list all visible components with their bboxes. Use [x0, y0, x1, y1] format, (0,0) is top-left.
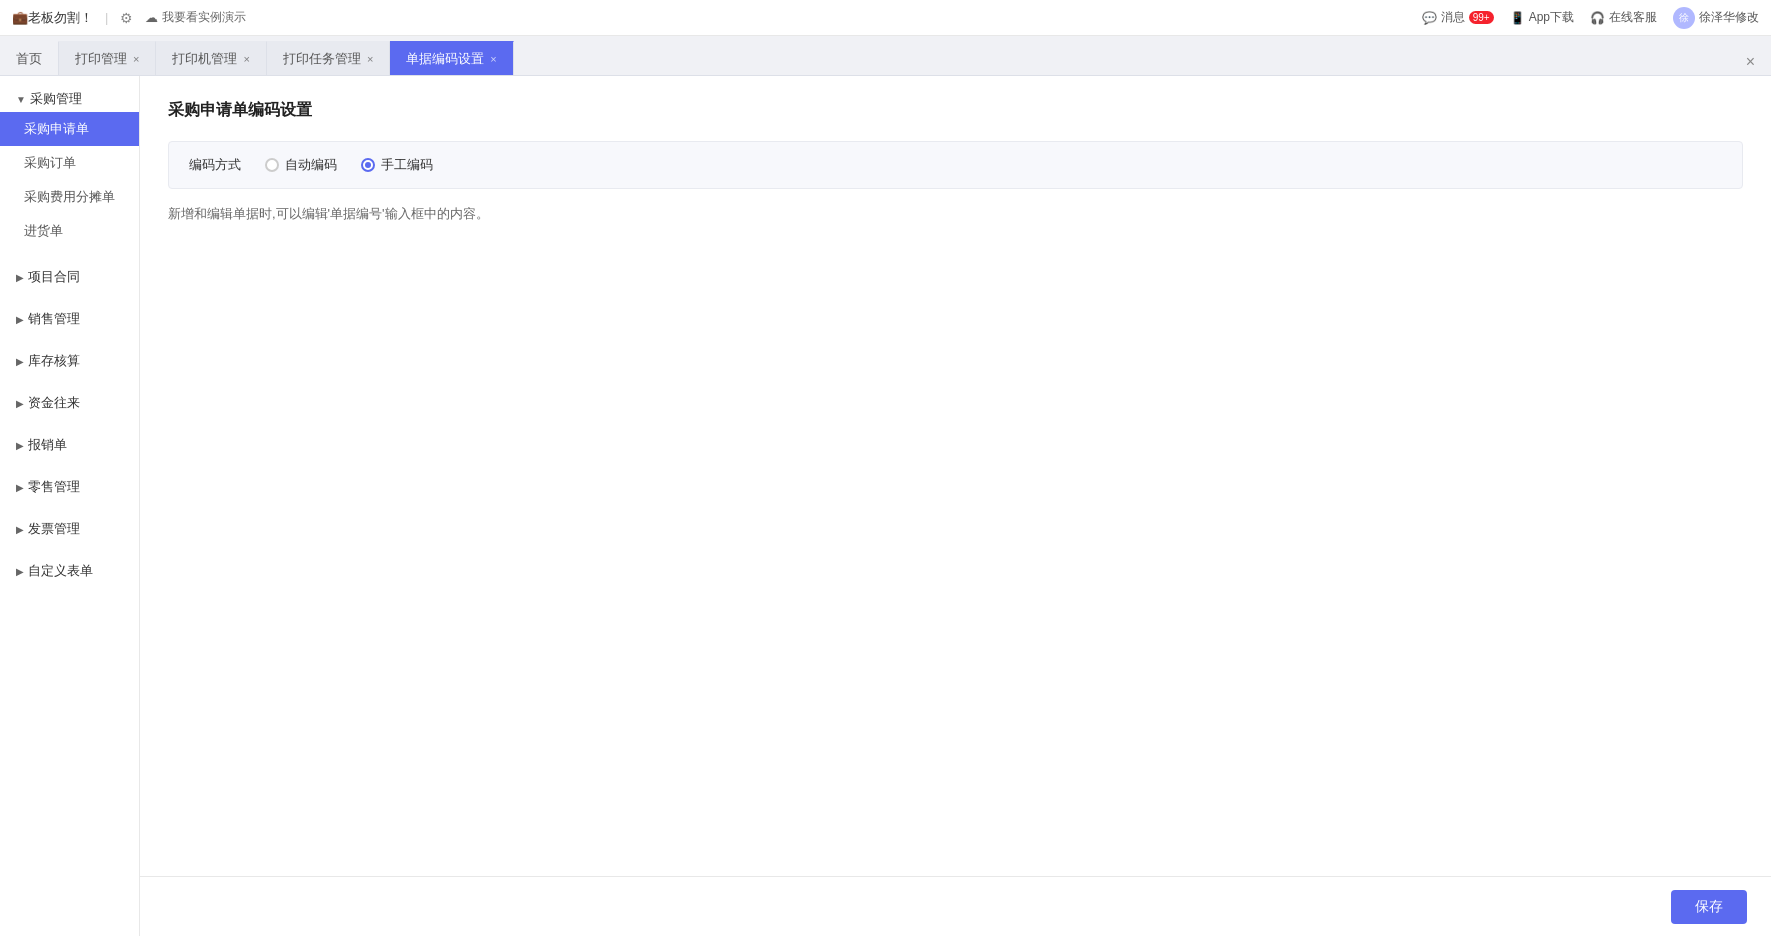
hint-text: 新增和编辑单据时,可以编辑'单据编号'输入框中的内容。 [168, 205, 1743, 223]
chevron-right-icon-3: ▶ [16, 356, 24, 367]
sidebar-item-purchase-order[interactable]: 采购订单 [0, 146, 139, 180]
chevron-down-icon: ▼ [16, 94, 26, 105]
tab-close-print-task[interactable]: × [367, 53, 373, 65]
gear-icon[interactable]: ⚙ [120, 10, 133, 26]
chevron-right-icon-2: ▶ [16, 314, 24, 325]
sidebar-item-purchase-request[interactable]: 采购申请单 [0, 112, 139, 146]
sidebar-group-custom-header[interactable]: ▶ 自定义表单 [0, 554, 139, 584]
sidebar-group-custom: ▶ 自定义表单 [0, 548, 139, 590]
radio-manual-coding[interactable]: 手工编码 [361, 156, 433, 174]
tab-barcode-setting[interactable]: 单据编码设置 × [390, 41, 513, 75]
sidebar-group-retail: ▶ 零售管理 [0, 464, 139, 506]
top-bar: 💼老板勿割！ | ⚙ ☁ 我要看实例演示 💬 消息 99+ 📱 App下载 🎧 … [0, 0, 1771, 36]
sidebar-group-procurement-header[interactable]: ▼ 采购管理 [0, 82, 139, 112]
tab-print-task[interactable]: 打印任务管理 × [267, 41, 390, 75]
tab-print-mgmt[interactable]: 打印管理 × [59, 41, 156, 75]
sidebar-group-fund-header[interactable]: ▶ 资金往来 [0, 386, 139, 416]
page-title: 采购申请单编码设置 [168, 100, 1743, 121]
sidebar-group-procurement: ▼ 采购管理 采购申请单 采购订单 采购费用分摊单 进货单 [0, 76, 139, 254]
coding-section: 编码方式 自动编码 手工编码 [168, 141, 1743, 189]
tab-close-print-mgmt[interactable]: × [133, 53, 139, 65]
user-menu[interactable]: 徐 徐泽华修改 [1673, 7, 1759, 29]
top-bar-left: 💼老板勿割！ | ⚙ ☁ 我要看实例演示 [12, 9, 246, 27]
content-main: 采购申请单编码设置 编码方式 自动编码 手工编码 新增和编辑单据时,可以编辑'单… [140, 76, 1771, 876]
tab-close-barcode-setting[interactable]: × [490, 53, 496, 65]
avatar: 徐 [1673, 7, 1695, 29]
radio-auto-coding[interactable]: 自动编码 [265, 156, 337, 174]
sidebar-group-returns-header[interactable]: ▶ 报销单 [0, 428, 139, 458]
sidebar-group-sales: ▶ 销售管理 [0, 296, 139, 338]
radio-circle-auto [265, 158, 279, 172]
sidebar-group-inventory-header[interactable]: ▶ 库存核算 [0, 344, 139, 374]
app-icon: 📱 [1510, 11, 1525, 25]
sidebar-group-retail-header[interactable]: ▶ 零售管理 [0, 470, 139, 500]
sidebar: ▼ 采购管理 采购申请单 采购订单 采购费用分摊单 进货单 ▶ 项目合同 [0, 76, 140, 936]
demo-link[interactable]: ☁ 我要看实例演示 [145, 9, 246, 26]
online-service-button[interactable]: 🎧 在线客服 [1590, 9, 1657, 26]
radio-circle-manual [361, 158, 375, 172]
coding-label: 编码方式 [189, 156, 241, 174]
close-all-tabs-button[interactable]: × [1738, 49, 1763, 75]
main-layout: ▼ 采购管理 采购申请单 采购订单 采购费用分摊单 进货单 ▶ 项目合同 [0, 76, 1771, 936]
tab-close-printer-mgmt[interactable]: × [243, 53, 249, 65]
chevron-right-icon-7: ▶ [16, 524, 24, 535]
tab-home[interactable]: 首页 [0, 41, 59, 75]
chevron-right-icon-6: ▶ [16, 482, 24, 493]
chevron-right-icon-4: ▶ [16, 398, 24, 409]
chevron-right-icon-5: ▶ [16, 440, 24, 451]
top-bar-right: 💬 消息 99+ 📱 App下载 🎧 在线客服 徐 徐泽华修改 [1422, 7, 1759, 29]
save-button[interactable]: 保存 [1671, 890, 1747, 924]
sidebar-group-inventory: ▶ 库存核算 [0, 338, 139, 380]
content-footer: 保存 [140, 876, 1771, 936]
chevron-right-icon: ▶ [16, 272, 24, 283]
sidebar-group-project-header[interactable]: ▶ 项目合同 [0, 260, 139, 290]
message-button[interactable]: 💬 消息 99+ [1422, 9, 1494, 26]
sidebar-group-returns: ▶ 报销单 [0, 422, 139, 464]
sidebar-group-invoice: ▶ 发票管理 [0, 506, 139, 548]
sidebar-group-sales-header[interactable]: ▶ 销售管理 [0, 302, 139, 332]
sidebar-group-fund: ▶ 资金往来 [0, 380, 139, 422]
app-download-button[interactable]: 📱 App下载 [1510, 9, 1574, 26]
message-icon: 💬 [1422, 11, 1437, 25]
brand-label: 💼老板勿割！ [12, 9, 93, 27]
sidebar-group-project: ▶ 项目合同 [0, 254, 139, 296]
content-area: 采购申请单编码设置 编码方式 自动编码 手工编码 新增和编辑单据时,可以编辑'单… [140, 76, 1771, 936]
chevron-right-icon-8: ▶ [16, 566, 24, 577]
sidebar-group-invoice-header[interactable]: ▶ 发票管理 [0, 512, 139, 542]
sidebar-item-stock-in[interactable]: 进货单 [0, 214, 139, 248]
message-badge: 99+ [1469, 11, 1494, 24]
headset-icon: 🎧 [1590, 11, 1605, 25]
tab-bar: 首页 打印管理 × 打印机管理 × 打印任务管理 × 单据编码设置 × × [0, 36, 1771, 76]
sidebar-item-purchase-expense[interactable]: 采购费用分摊单 [0, 180, 139, 214]
radio-group: 自动编码 手工编码 [265, 156, 433, 174]
tab-printer-mgmt[interactable]: 打印机管理 × [156, 41, 266, 75]
